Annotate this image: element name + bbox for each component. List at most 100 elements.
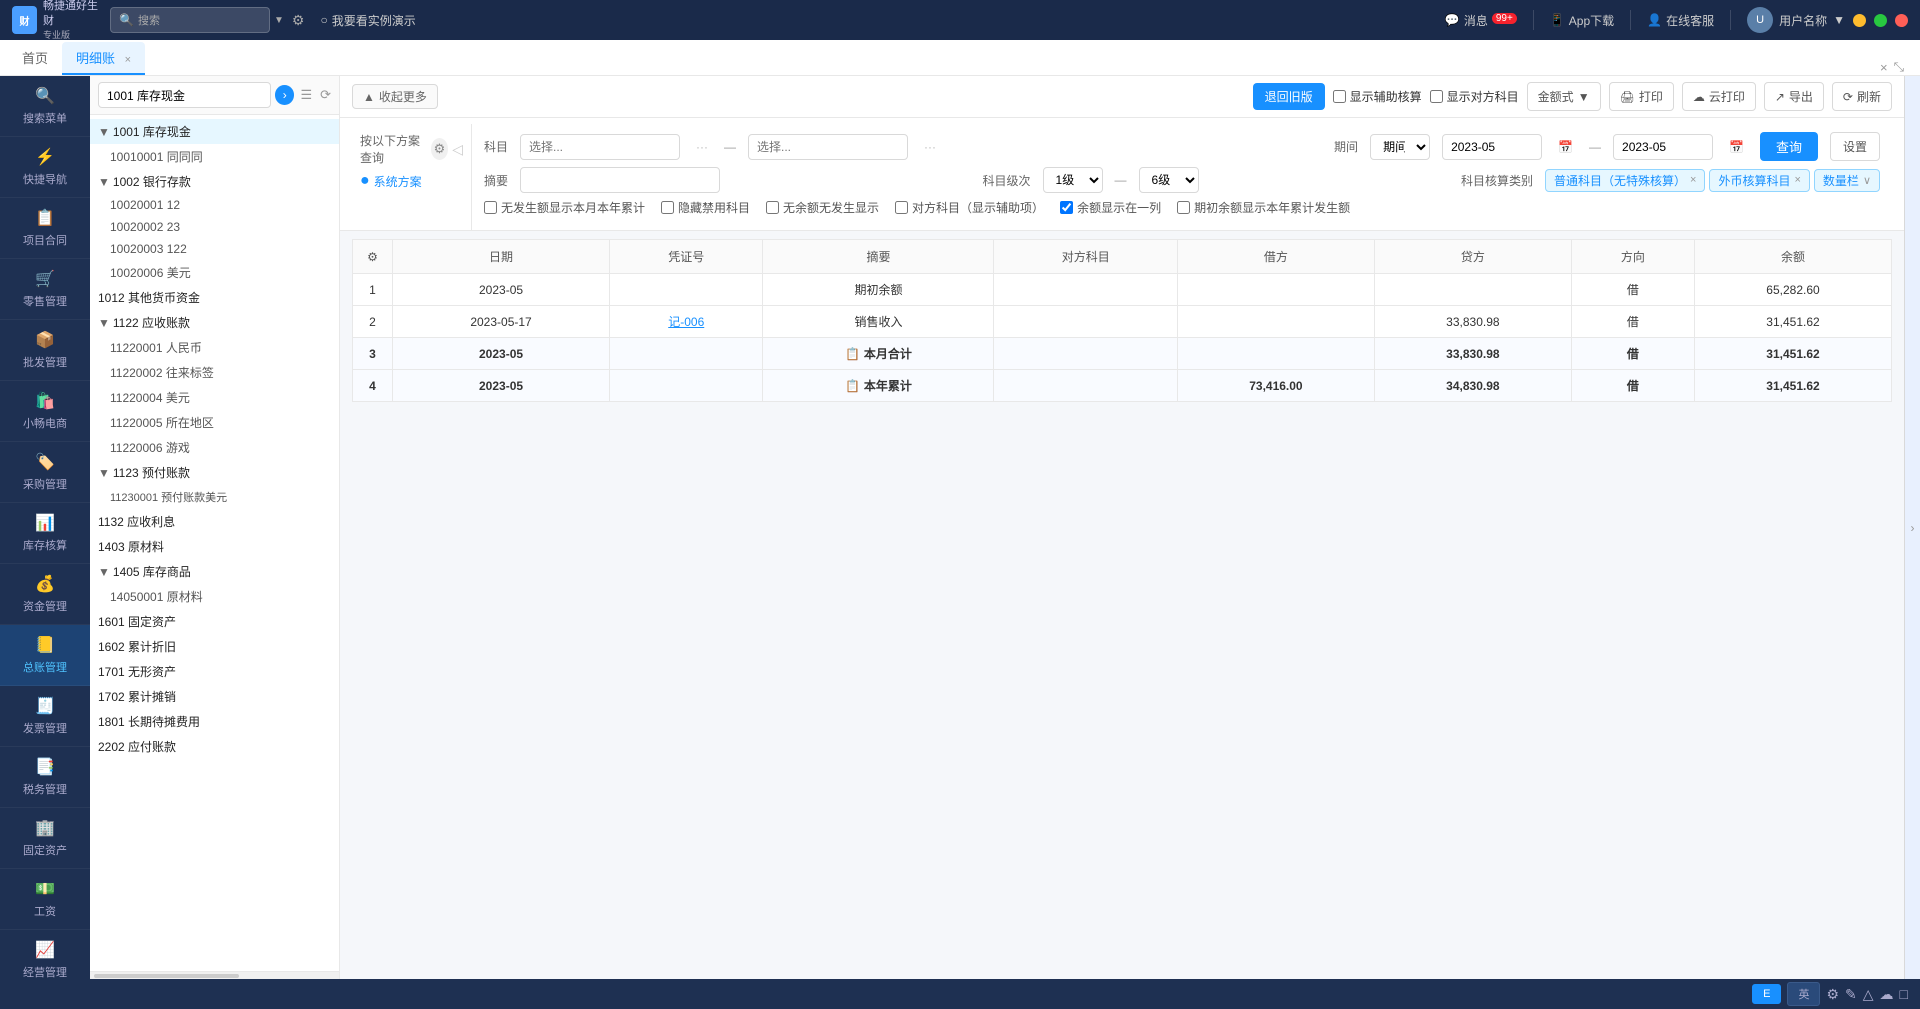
tree-item-1132[interactable]: 1132 应收利息 <box>90 509 339 534</box>
period-type-select[interactable]: 期间 <box>1370 134 1430 160</box>
back-to-old-btn[interactable]: 退回旧版 <box>1253 83 1325 110</box>
sidebar-item-wholesale[interactable]: 📦 批发管理 <box>0 320 90 381</box>
scheme-settings-icon[interactable]: ⚙ <box>431 138 448 160</box>
show-contra-checkbox[interactable] <box>1430 90 1443 103</box>
tree-item-1122[interactable]: ▼1122 应收账款 <box>90 310 339 335</box>
tree-item-10020002[interactable]: 10020002 23 <box>90 216 339 238</box>
tree-item-10020003[interactable]: 10020003 122 <box>90 238 339 260</box>
expand-more-btn[interactable]: ▲ 收起更多 <box>352 84 438 109</box>
tab-close-icon[interactable]: × <box>125 54 131 66</box>
system-scheme-item[interactable]: ● 系统方案 <box>360 172 463 190</box>
close-btn[interactable]: × <box>1880 60 1888 75</box>
account-search-input[interactable] <box>98 82 271 108</box>
sidebar-item-purchase[interactable]: 🏷️ 采购管理 <box>0 442 90 503</box>
query-btn[interactable]: 查询 <box>1760 132 1818 161</box>
sidebar-item-general-ledger[interactable]: 📒 总账管理 <box>0 625 90 686</box>
export-btn[interactable]: ↗ 导出 <box>1764 82 1824 111</box>
msg-btn[interactable]: 💬 消息 99+ <box>1445 12 1517 29</box>
level-end-select[interactable]: 6级5级4级 <box>1139 167 1199 193</box>
sidebar-item-quick-nav[interactable]: ⚡ 快捷导航 <box>0 137 90 198</box>
window-close-btn[interactable] <box>1895 14 1908 27</box>
subject-start-input[interactable] <box>520 134 680 160</box>
tree-item-10010001[interactable]: 10010001 同同同 <box>90 144 339 169</box>
demo-link[interactable]: ○ 我要看实例演示 <box>320 12 415 29</box>
tree-item-1702[interactable]: 1702 累计摊销 <box>90 684 339 709</box>
period-end-input[interactable] <box>1613 134 1713 160</box>
restore-btn[interactable]: ⤡ <box>1894 59 1904 75</box>
cloud-print-btn[interactable]: ☁ 云打印 <box>1682 82 1756 111</box>
tag-normal-close[interactable]: × <box>1690 174 1696 186</box>
print-btn[interactable]: 🖨 打印 <box>1609 82 1674 111</box>
app-download-btn[interactable]: 📱 App下载 <box>1550 12 1614 29</box>
top-search-box[interactable]: 🔍 搜索 <box>110 7 270 33</box>
search-arrow-icon[interactable]: ▼ <box>274 15 284 26</box>
calendar-icon-end[interactable]: 📅 <box>1725 140 1748 154</box>
tree-item-1002[interactable]: ▼1002 银行存款 <box>90 169 339 194</box>
level-start-select[interactable]: 1级2级3级 <box>1043 167 1103 193</box>
tag-qty-arrow[interactable]: ∨ <box>1863 174 1871 187</box>
online-service-btn[interactable]: 👤 在线客服 <box>1647 12 1714 29</box>
tree-item-1801[interactable]: 1801 长期待摊费用 <box>90 709 339 734</box>
col-gear[interactable]: ⚙ <box>353 240 393 274</box>
tree-item-10020001[interactable]: 10020001 12 <box>90 194 339 216</box>
tag-foreign-close[interactable]: × <box>1794 174 1800 186</box>
sidebar-item-ops[interactable]: 📈 经营管理 <box>0 930 90 979</box>
tree-item-1012[interactable]: 1012 其他货币资金 <box>90 285 339 310</box>
tree-item-1701[interactable]: 1701 无形资产 <box>90 659 339 684</box>
tree-item-10020006[interactable]: 10020006 美元 <box>90 260 339 285</box>
bottom-cloud-icon[interactable]: ☁ <box>1880 986 1894 1003</box>
checkbox-balance-one-col[interactable] <box>1060 201 1073 214</box>
tree-item-11220001[interactable]: 11220001 人民币 <box>90 335 339 360</box>
calendar-icon-start[interactable]: 📅 <box>1554 140 1577 154</box>
window-minimize-btn[interactable] <box>1853 14 1866 27</box>
tree-item-11220004[interactable]: 11220004 美元 <box>90 385 339 410</box>
checkbox-contra[interactable] <box>895 201 908 214</box>
bottom-alert-icon[interactable]: △ <box>1863 986 1874 1003</box>
window-maximize-btn[interactable] <box>1874 14 1887 27</box>
checkbox-no-balance[interactable] <box>766 201 779 214</box>
summary-input[interactable] <box>520 167 720 193</box>
checkbox-hide-disabled[interactable] <box>661 201 674 214</box>
subject-end-input[interactable] <box>748 134 908 160</box>
sidebar-item-project-contract[interactable]: 📋 项目合同 <box>0 198 90 259</box>
tree-item-2202[interactable]: 2202 应付账款 <box>90 734 339 759</box>
tree-item-1602[interactable]: 1602 累计折旧 <box>90 634 339 659</box>
sidebar-item-invoice[interactable]: 🧾 发票管理 <box>0 686 90 747</box>
checkbox-opening-balance[interactable] <box>1177 201 1190 214</box>
tree-item-11220002[interactable]: 11220002 往来标签 <box>90 360 339 385</box>
tree-item-1001[interactable]: ▼1001 库存现金 <box>90 119 339 144</box>
tree-item-11220006[interactable]: 11220006 游戏 <box>90 435 339 460</box>
tree-item-11230001[interactable]: 11230001 预付账款美元 <box>90 485 339 509</box>
tree-config-icon[interactable]: ☰ <box>300 87 312 103</box>
account-tree-scrollbar[interactable] <box>90 971 339 979</box>
tree-item-11220005[interactable]: 11220005 所在地区 <box>90 410 339 435</box>
sidebar-item-inventory[interactable]: 📊 库存核算 <box>0 503 90 564</box>
lang-toggle-btn[interactable]: E <box>1752 984 1781 1004</box>
settings-btn[interactable]: 设置 <box>1830 132 1880 161</box>
scheme-collapse-icon[interactable]: ◁ <box>452 141 463 158</box>
sidebar-item-capital[interactable]: 💰 资金管理 <box>0 564 90 625</box>
tree-refresh-icon[interactable]: ⟳ <box>320 87 331 103</box>
sidebar-item-mini-ecom[interactable]: 🛍️ 小畅电商 <box>0 381 90 442</box>
tab-detail-account[interactable]: 明细账 × <box>62 42 145 75</box>
tab-home[interactable]: 首页 <box>8 42 62 75</box>
checkbox-no-amount[interactable] <box>484 201 497 214</box>
tree-item-1601[interactable]: 1601 固定资产 <box>90 609 339 634</box>
sidebar-item-salary[interactable]: 💵 工资 <box>0 869 90 930</box>
bottom-edit-icon[interactable]: ✎ <box>1845 986 1857 1003</box>
lang-zh-btn[interactable]: 英 <box>1787 982 1820 1006</box>
account-navigate-btn[interactable]: › <box>275 85 294 105</box>
bottom-settings-icon[interactable]: ⚙ <box>1826 986 1839 1003</box>
tree-item-14050001[interactable]: 14050001 原材料 <box>90 584 339 609</box>
top-gear-icon[interactable]: ⚙ <box>292 12 305 29</box>
sidebar-item-retail[interactable]: 🛒 零售管理 <box>0 259 90 320</box>
bottom-window-icon[interactable]: □ <box>1900 986 1908 1002</box>
amount-format-btn[interactable]: 金额式 ▼ <box>1527 82 1601 111</box>
period-start-input[interactable] <box>1442 134 1542 160</box>
refresh-btn[interactable]: ⟳ 刷新 <box>1832 82 1892 111</box>
user-area[interactable]: U 用户名称 ▼ <box>1747 7 1845 33</box>
sidebar-item-search-menu[interactable]: 🔍 搜索菜单 <box>0 76 90 137</box>
sidebar-item-tax[interactable]: 📑 税务管理 <box>0 747 90 808</box>
tree-item-1403[interactable]: 1403 原材料 <box>90 534 339 559</box>
show-aux-checkbox[interactable] <box>1333 90 1346 103</box>
